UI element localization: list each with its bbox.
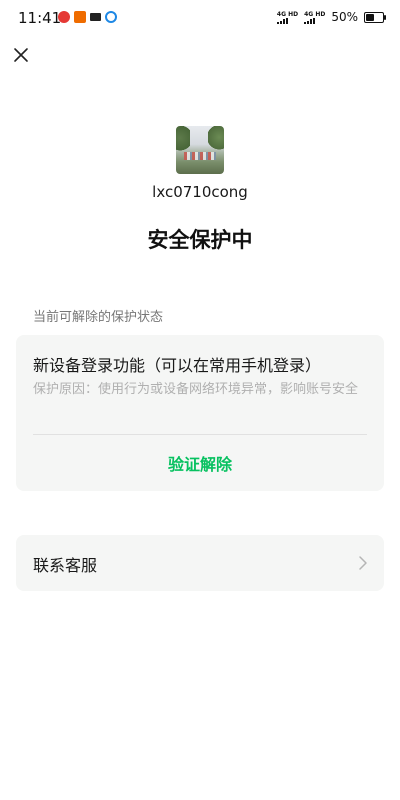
- battery-icon: [364, 11, 386, 23]
- protection-item-title: 新设备登录功能（可以在常用手机登录）: [33, 356, 322, 375]
- battery-level: [366, 13, 374, 21]
- chevron-right-icon: [359, 556, 367, 570]
- contact-support-button[interactable]: 联系客服: [16, 535, 384, 591]
- close-button[interactable]: [8, 42, 34, 68]
- avatar: [176, 126, 224, 174]
- network-label: 4G HD: [276, 10, 299, 18]
- notification-icons: [58, 11, 117, 23]
- video-icon: [90, 13, 101, 21]
- notification-app-icon: [105, 11, 117, 23]
- battery-percent: 50%: [331, 10, 358, 24]
- signal-indicator-1: 4G HD: [276, 10, 299, 24]
- notification-app-icon: [58, 11, 70, 23]
- verify-unlock-button[interactable]: 验证解除: [16, 451, 384, 475]
- signal-icon: [304, 17, 316, 24]
- signal-icon: [276, 17, 288, 24]
- protection-card: 新设备登录功能（可以在常用手机登录） 保护原因：使用行为或设备网络环境异常，影响…: [16, 335, 384, 491]
- network-label: 4G HD: [304, 10, 326, 18]
- status-time: 11:41: [18, 9, 62, 27]
- section-label: 当前可解除的保护状态: [33, 310, 164, 325]
- status-right: 4G HD 4G HD 50%: [276, 10, 386, 24]
- page-title: 安全保护中: [147, 228, 253, 252]
- signal-indicator-2: 4G HD: [304, 11, 325, 24]
- notification-app-icon: [74, 11, 86, 23]
- protection-item-reason: 保护原因：使用行为或设备网络环境异常，影响账号安全: [33, 382, 359, 397]
- username: lxc0710cong: [152, 183, 248, 201]
- contact-support-label: 联系客服: [33, 556, 98, 575]
- divider: [33, 434, 367, 435]
- status-bar: 11:41 4G HD 4G HD 50%: [0, 0, 400, 36]
- close-icon: [14, 48, 28, 62]
